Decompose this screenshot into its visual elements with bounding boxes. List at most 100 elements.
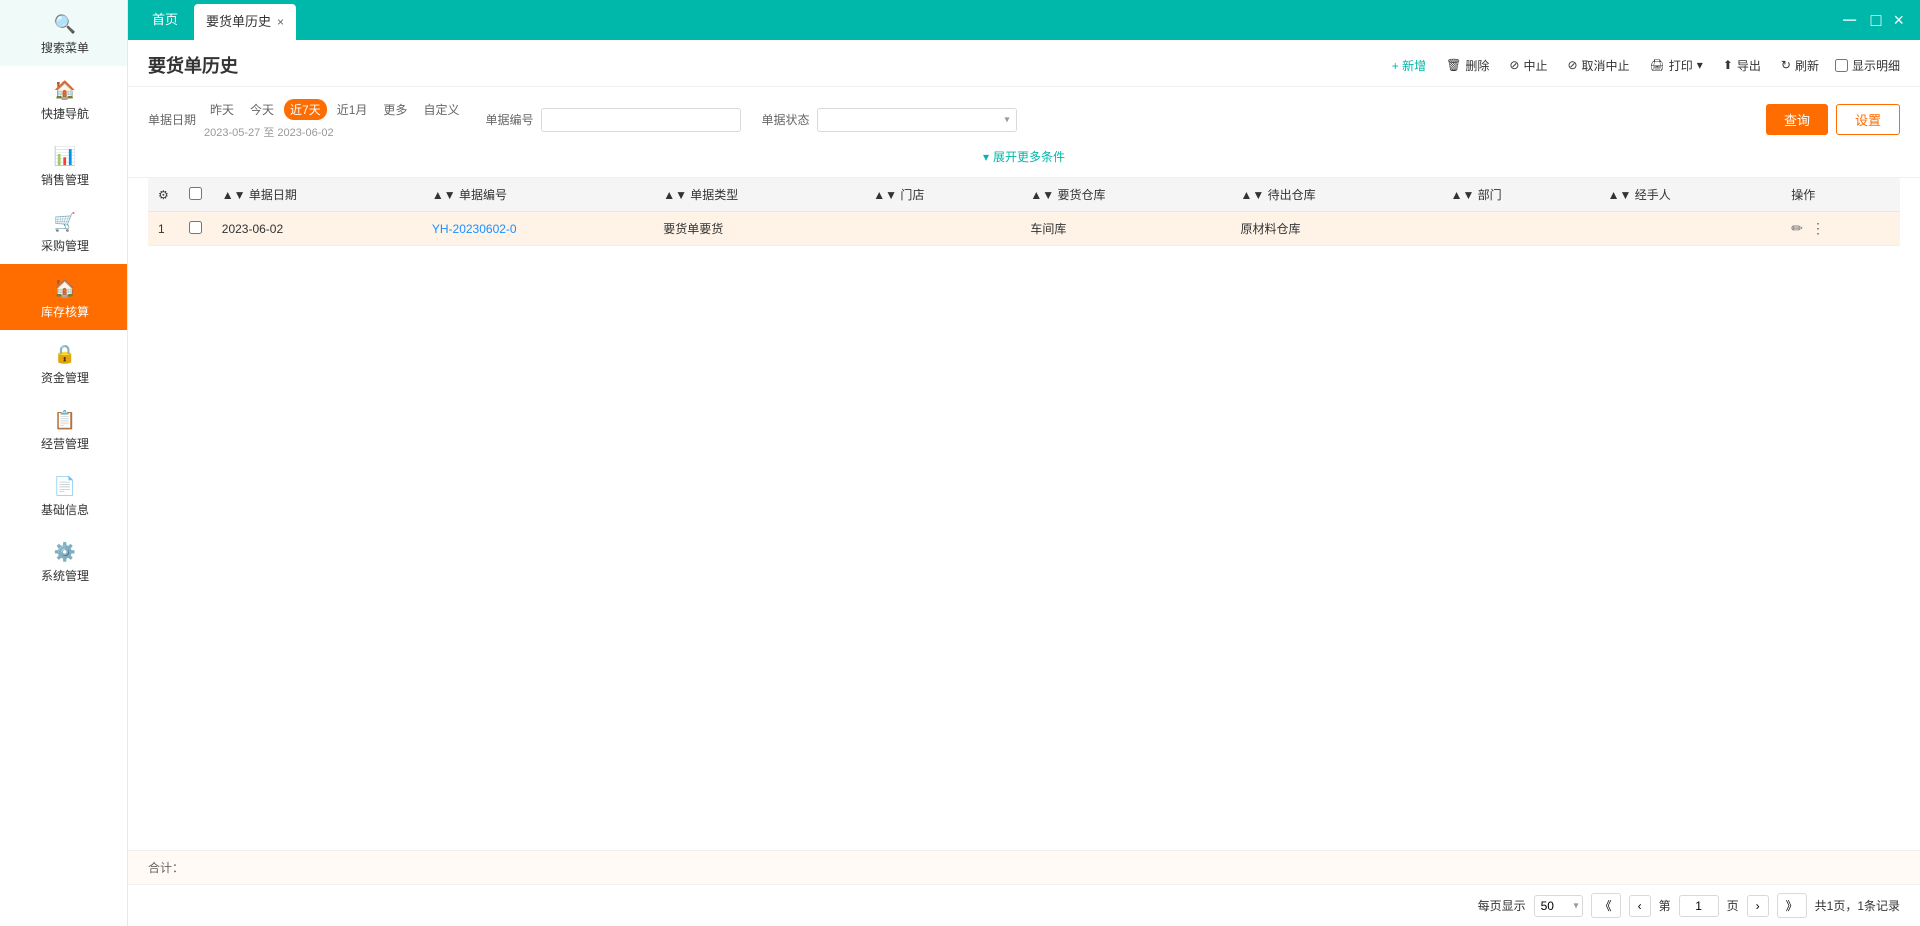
sidebar-item-finance[interactable]: 🔒 资金管理 [0,330,127,396]
per-page-label: 每页显示 [1478,897,1526,914]
more-icon[interactable]: ⋮ [1811,220,1825,237]
doc-number-link[interactable]: YH-20230602-0 [432,222,517,236]
sidebar-item-quicknav[interactable]: 🏠 快捷导航 [0,66,127,132]
sidebar-item-inventory[interactable]: 🏠 库存核算 [0,264,127,330]
cell-type: 要货单要货 [653,212,863,246]
chip-1month[interactable]: 近1月 [331,99,374,120]
delete-button[interactable]: 🗑 删除 [1442,53,1493,78]
doc-number-input[interactable] [541,108,741,132]
cell-store [863,212,1020,246]
sidebar-item-sales[interactable]: 📊 销售管理 [0,132,127,198]
action-icons: ✏ ⋮ [1791,220,1890,237]
cancel-stop-button[interactable]: ⊘ 取消中止 [1563,53,1633,78]
chip-today[interactable]: 今天 [244,99,280,120]
expand-label: 展开更多条件 [993,148,1065,165]
refresh-button[interactable]: ↻ 刷新 [1777,53,1823,78]
date-filter-label: 单据日期 [148,111,196,128]
print-button[interactable]: 🖨 打印 ▾ [1646,53,1707,78]
query-button[interactable]: 查询 [1766,104,1828,135]
doc-status-select[interactable] [817,108,1017,132]
cell-number[interactable]: YH-20230602-0 [422,212,653,246]
th-date: ▲▼ 单据日期 [212,178,422,212]
th-req-warehouse: ▲▼ 要货仓库 [1020,178,1230,212]
content-area: 要货单历史 + 新增 🗑 删除 ⊘ 中止 ⊘ 取消中止 🖨 打印 [128,40,1920,926]
search-menu-icon: 🔍 [54,14,76,35]
chip-more[interactable]: 更多 [377,99,413,120]
print-icon: 🖨 [1650,58,1665,72]
maximize-button[interactable]: □ [1871,10,1882,31]
per-page-wrapper: 20 50 100 ▾ [1534,895,1583,917]
per-page-select[interactable]: 20 50 100 [1534,895,1583,917]
doc-status-label: 单据状态 [761,111,809,128]
export-button[interactable]: ⬆ 导出 [1719,53,1765,78]
sidebar-item-search[interactable]: 🔍 搜索菜单 [0,0,127,66]
page-prefix: 第 [1659,897,1671,914]
sidebar-item-operations[interactable]: 📋 经营管理 [0,396,127,462]
close-window-button[interactable]: × [1893,10,1904,31]
purchase-icon: 🛒 [54,212,76,233]
date-filter: 单据日期 昨天 今天 近7天 近1月 更多 自定义 2023-05-27 至 2… [148,99,465,140]
th-handler: ▲▼ 经手人 [1598,178,1782,212]
chip-7days[interactable]: 近7天 [284,99,327,120]
refresh-icon: ↻ [1781,58,1791,72]
cell-department [1441,212,1598,246]
th-action: 操作 [1781,178,1900,212]
next-page-button[interactable]: › [1747,895,1769,917]
th-pending-warehouse: ▲▼ 待出仓库 [1230,178,1440,212]
chip-custom[interactable]: 自定义 [417,99,465,120]
row-index: 1 [158,222,165,236]
chip-yesterday[interactable]: 昨天 [204,99,240,120]
date-chips: 昨天 今天 近7天 近1月 更多 自定义 [204,99,465,120]
sidebar: 🔍 搜索菜单 🏠 快捷导航 📊 销售管理 🛒 采购管理 🏠 库存核算 🔒 资金管… [0,0,128,926]
select-all-checkbox[interactable] [189,187,202,200]
table-body: 1 2023-06-02 YH-20230602-0 要货单要货 车间库 原材料… [148,212,1900,246]
th-department: ▲▼ 部门 [1441,178,1598,212]
doc-number-filter: 单据编号 [485,108,741,132]
settings-button[interactable]: 设置 [1836,104,1900,135]
sidebar-item-system-label: 系统管理 [41,567,89,584]
sidebar-item-purchase-label: 采购管理 [41,237,89,254]
prev-page-button[interactable]: ‹ [1629,895,1651,917]
tabs-bar: 首页 要货单历史 × － □ × [128,0,1920,40]
new-button[interactable]: + 新增 [1388,53,1430,78]
pagination: 每页显示 20 50 100 ▾ 《 ‹ 第 页 › 》 共1页，1条记录 [128,884,1920,926]
th-number: ▲▼ 单据编号 [422,178,653,212]
th-type: ▲▼ 单据类型 [653,178,863,212]
operations-icon: 📋 [54,410,76,431]
edit-icon[interactable]: ✏ [1791,220,1803,237]
sidebar-item-quicknav-label: 快捷导航 [41,105,89,122]
expand-icon: ▾ [983,150,989,164]
show-detail-checkbox[interactable] [1835,59,1848,72]
date-range-display: 2023-05-27 至 2023-06-02 [204,124,465,140]
stop-button[interactable]: ⊘ 中止 [1505,53,1551,78]
cell-date: 2023-06-02 [212,212,422,246]
minimize-button[interactable]: － [1841,7,1859,33]
table-area: ⚙ ▲▼ 单据日期 ▲▼ 单据编号 ▲▼ [128,178,1920,850]
home-icon: 🏠 [54,80,76,101]
sidebar-item-basic-info[interactable]: 📄 基础信息 [0,462,127,528]
cell-handler [1598,212,1782,246]
page-header: 要货单历史 + 新增 🗑 删除 ⊘ 中止 ⊘ 取消中止 🖨 打印 [128,40,1920,87]
last-page-button[interactable]: 》 [1777,893,1807,918]
th-store: ▲▼ 门店 [863,178,1020,212]
show-detail-checkbox-area[interactable]: 显示明细 [1835,57,1900,74]
table-header: ⚙ ▲▼ 单据日期 ▲▼ 单据编号 ▲▼ [148,178,1900,212]
row-checkbox[interactable] [189,221,202,234]
sidebar-item-system[interactable]: ⚙️ 系统管理 [0,528,127,594]
footer-total: 合计： [128,850,1920,884]
basic-info-icon: 📄 [54,476,76,497]
tab-close-button[interactable]: × [277,4,284,40]
th-settings[interactable]: ⚙ [148,178,179,212]
cell-checkbox [179,212,212,246]
sidebar-item-purchase[interactable]: 🛒 采购管理 [0,198,127,264]
page-title: 要货单历史 [148,52,1388,78]
tab-active[interactable]: 要货单历史 × [194,4,296,40]
tab-home[interactable]: 首页 [136,0,194,40]
data-table: ⚙ ▲▼ 单据日期 ▲▼ 单据编号 ▲▼ [148,178,1900,246]
first-page-button[interactable]: 《 [1591,893,1621,918]
inventory-icon: 🏠 [54,278,76,299]
export-icon: ⬆ [1723,58,1733,72]
expand-more-button[interactable]: ▾ 展开更多条件 [148,148,1900,165]
page-number-input[interactable] [1679,895,1719,917]
filter-row: 单据日期 昨天 今天 近7天 近1月 更多 自定义 2023-05-27 至 2… [148,99,1900,140]
